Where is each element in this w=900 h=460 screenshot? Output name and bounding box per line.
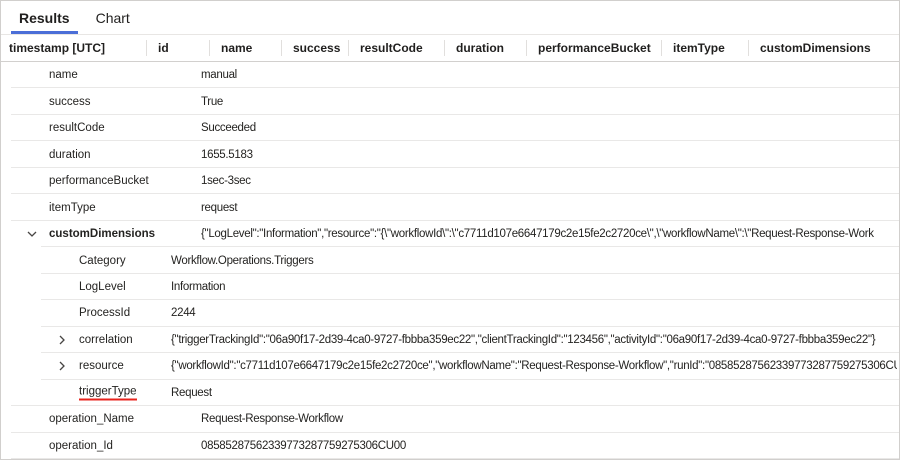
row-duration[interactable]: duration 1655.5183 (1, 141, 899, 167)
column-header-timestamp[interactable]: timestamp [UTC] (1, 35, 146, 61)
column-header-duration[interactable]: duration (444, 35, 526, 61)
tab-chart-label: Chart (96, 10, 130, 26)
row-name[interactable]: name manual (1, 62, 899, 88)
row-label: itemType (49, 202, 96, 214)
row-value: 2244 (171, 307, 897, 319)
row-value: True (201, 96, 897, 108)
row-performancebucket[interactable]: performanceBucket 1sec-3sec (1, 168, 899, 194)
row-value: {"LogLevel":"Information","resource":"{\… (201, 228, 897, 240)
row-value: 08585287562339773287759275306CU00 (201, 440, 897, 452)
column-header-performancebucket[interactable]: performanceBucket (526, 35, 661, 61)
row-label: customDimensions (49, 228, 155, 240)
results-tabbar: Results Chart (1, 1, 899, 35)
row-operation-name[interactable]: operation_Name Request-Response-Workflow (1, 406, 899, 432)
row-value: Succeeded (201, 122, 897, 134)
row-itemtype[interactable]: itemType request (1, 194, 899, 220)
row-value: manual (201, 69, 897, 81)
row-correlation[interactable]: correlation {"triggerTrackingId":"06a90f… (1, 327, 899, 353)
tab-results[interactable]: Results (11, 1, 78, 34)
row-value: {"workflowId":"c7711d107e6647179c2e15fe2… (171, 360, 897, 372)
row-operation-id[interactable]: operation_Id 085852875623397732877592753… (1, 433, 899, 459)
row-category[interactable]: Category Workflow.Operations.Triggers (1, 247, 899, 273)
row-label: operation_Name (49, 413, 134, 425)
column-header-name[interactable]: name (209, 35, 281, 61)
row-label-annotated: triggerType (79, 385, 137, 400)
row-value: request (201, 202, 897, 214)
column-header-customdimensions[interactable]: customDimensions (748, 35, 899, 61)
row-label: LogLevel (79, 281, 126, 293)
chevron-right-icon[interactable] (56, 334, 68, 346)
chevron-right-icon[interactable] (56, 360, 68, 372)
query-results-panel: Results Chart timestamp [UTC] id name su… (0, 0, 900, 460)
row-label: duration (49, 149, 91, 161)
tab-results-label: Results (19, 10, 70, 26)
row-value: Information (171, 281, 897, 293)
row-label: resource (79, 360, 124, 372)
row-label: name (49, 69, 78, 81)
row-label: correlation (79, 334, 133, 346)
column-header-itemtype[interactable]: itemType (661, 35, 748, 61)
chevron-down-icon[interactable] (26, 228, 38, 240)
row-value: {"triggerTrackingId":"06a90f17-2d39-4ca0… (171, 334, 897, 346)
row-resource[interactable]: resource {"workflowId":"c7711d107e664717… (1, 353, 899, 379)
row-label: performanceBucket (49, 175, 149, 187)
row-value: 1sec-3sec (201, 175, 897, 187)
row-label: resultCode (49, 122, 105, 134)
row-value: Request (171, 387, 897, 399)
tab-chart[interactable]: Chart (88, 1, 138, 34)
row-triggertype[interactable]: triggerType Request (1, 380, 899, 406)
row-customdimensions[interactable]: customDimensions {"LogLevel":"Informatio… (1, 221, 899, 247)
column-header-id[interactable]: id (146, 35, 209, 61)
row-processid[interactable]: ProcessId 2244 (1, 300, 899, 326)
row-label: success (49, 96, 91, 108)
row-value: 1655.5183 (201, 149, 897, 161)
row-value: Workflow.Operations.Triggers (171, 255, 897, 267)
expanded-row-details: name manual success True resultCode Succ… (1, 62, 899, 459)
row-label: Category (79, 255, 126, 267)
row-label: ProcessId (79, 307, 130, 319)
column-header-success[interactable]: success (281, 35, 348, 61)
row-success[interactable]: success True (1, 88, 899, 114)
row-label: operation_Id (49, 440, 113, 452)
row-resultcode[interactable]: resultCode Succeeded (1, 115, 899, 141)
row-loglevel[interactable]: LogLevel Information (1, 274, 899, 300)
column-header-resultcode[interactable]: resultCode (348, 35, 444, 61)
row-value: Request-Response-Workflow (201, 413, 897, 425)
results-table-header: timestamp [UTC] id name success resultCo… (1, 35, 899, 62)
